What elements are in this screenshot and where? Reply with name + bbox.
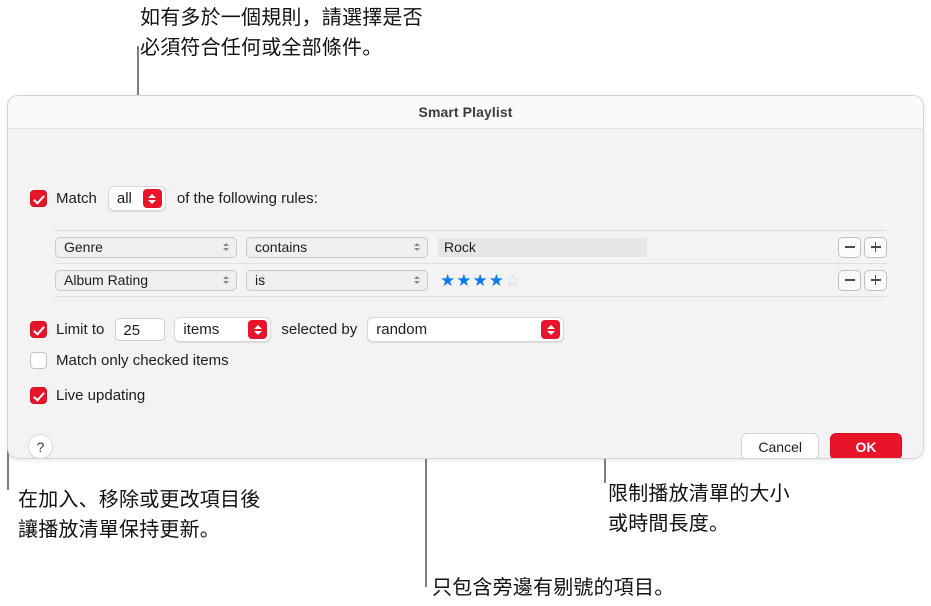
help-button-wrap: ? — [28, 434, 53, 458]
live-updating-row: Live updating — [30, 387, 145, 404]
limit-amount-input[interactable]: 25 — [115, 318, 166, 341]
match-type-select[interactable]: all — [107, 186, 166, 211]
annotation-bottom-center-text: 只包含旁邊有剔號的項目。 — [432, 575, 675, 599]
remove-rule-button-2[interactable] — [838, 269, 861, 291]
match-label: Match — [56, 190, 97, 207]
match-only-checked-row: Match only checked items — [30, 352, 229, 369]
rule-value-input-1[interactable]: Rock — [438, 237, 647, 257]
rule-separator — [55, 296, 887, 297]
chevron-updown-icon — [411, 243, 423, 251]
help-button[interactable]: ? — [28, 434, 53, 458]
live-updating-checkbox[interactable] — [30, 387, 47, 404]
cancel-button[interactable]: Cancel — [741, 433, 819, 458]
annotation-top-text: 如有多於一個規則，請選擇是否 必須符合任何或全部條件。 — [140, 5, 423, 59]
live-updating-label: Live updating — [56, 387, 146, 404]
limit-order-value: random — [376, 321, 428, 338]
rule-operator-select-2[interactable]: is — [246, 269, 428, 291]
remove-rule-button-1[interactable] — [838, 236, 861, 258]
rule-field-value-2: Album Rating — [64, 272, 149, 288]
limit-row: Limit to 25 items selected by random — [30, 317, 565, 342]
annotation-bottom-right-text: 限制播放清單的大小 或時間長度。 — [608, 481, 790, 535]
limit-label: Limit to — [56, 321, 105, 338]
limit-order-select[interactable]: random — [367, 317, 565, 342]
smart-playlist-dialog: Smart Playlist Match all of the followin… — [7, 95, 924, 459]
annotation-bottom-left-text: 在加入、移除或更改項目後 讓播放清單保持更新。 — [18, 487, 261, 541]
ok-button[interactable]: OK — [830, 433, 902, 458]
rule-operator-value-2: is — [255, 272, 266, 288]
rule-buttons-1 — [838, 236, 887, 258]
match-only-checked-checkbox[interactable] — [30, 352, 47, 369]
match-type-value: all — [116, 190, 132, 207]
limit-checkbox[interactable] — [30, 321, 47, 338]
dialog-titlebar: Smart Playlist — [8, 96, 923, 129]
rule-field-value-1: Genre — [64, 239, 103, 255]
add-rule-button-2[interactable] — [864, 269, 887, 291]
chevron-updown-icon — [220, 276, 232, 284]
footer-buttons: Cancel OK — [741, 433, 902, 458]
rule-field-select-2[interactable]: Album Rating — [55, 269, 237, 291]
dialog-body: Match all of the following rules: Genre … — [8, 129, 923, 458]
add-rule-button-1[interactable] — [864, 236, 887, 258]
rule-star-rating-2[interactable]: ★★★★☆ — [440, 272, 521, 289]
match-only-checked-label: Match only checked items — [56, 352, 229, 369]
rule-row: Album Rating is ★★★★☆ — [55, 264, 887, 296]
dialog-title: Smart Playlist — [418, 104, 513, 120]
chevron-updown-icon — [220, 243, 232, 251]
limit-selected-by-label: selected by — [281, 321, 358, 338]
rule-operator-select-1[interactable]: contains — [246, 236, 428, 258]
rules-list: Genre contains Rock Album Rating is ★★★★… — [55, 230, 887, 297]
chevron-updown-icon — [541, 320, 561, 339]
match-row: Match all of the following rules: — [30, 186, 318, 211]
chevron-updown-icon — [248, 320, 268, 339]
rule-field-select-1[interactable]: Genre — [55, 236, 237, 258]
rule-buttons-2 — [838, 269, 887, 291]
match-checkbox[interactable] — [30, 190, 47, 207]
chevron-updown-icon — [411, 276, 423, 284]
chevron-updown-icon — [142, 189, 162, 208]
match-suffix-label: of the following rules: — [176, 190, 318, 207]
rule-row: Genre contains Rock — [55, 231, 887, 263]
limit-unit-select[interactable]: items — [174, 317, 272, 342]
limit-unit-value: items — [183, 321, 220, 338]
rule-operator-value-1: contains — [255, 239, 308, 255]
